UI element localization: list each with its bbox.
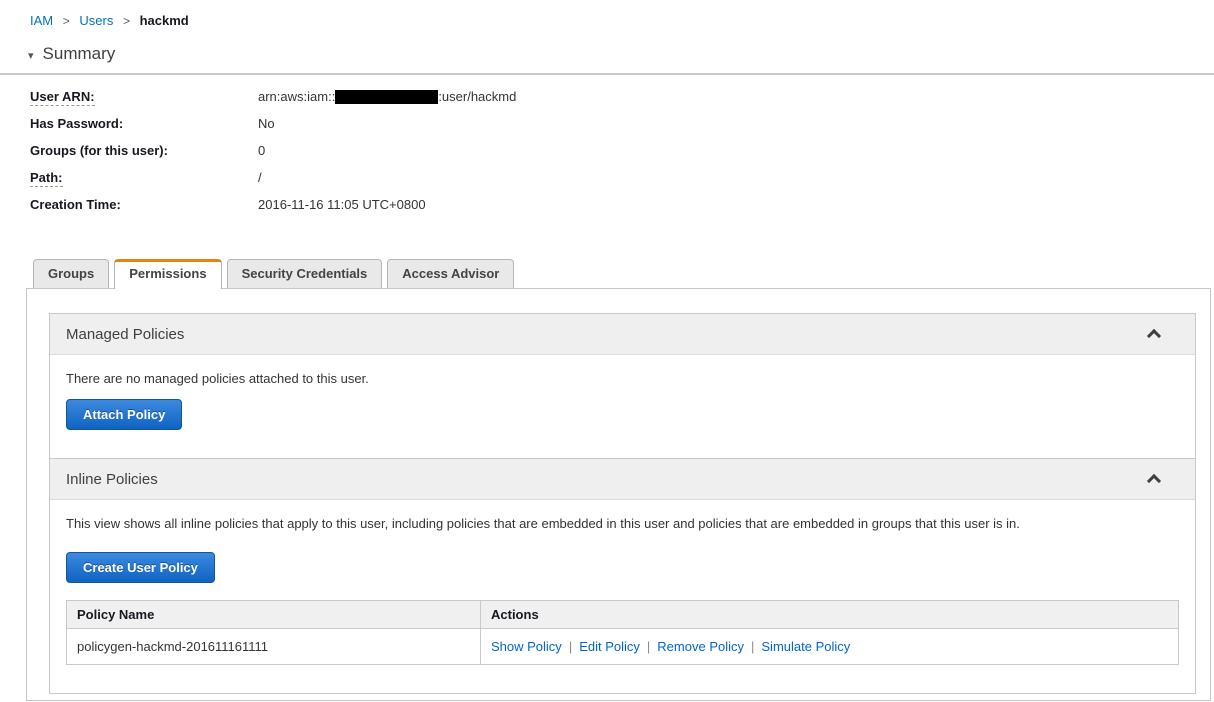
inline-policies-table: Policy Name Actions policygen-hackmd-201… bbox=[66, 600, 1179, 665]
summary-title: Summary bbox=[42, 44, 116, 63]
field-row-user-arn: User ARN: arn:aws:iam:::user/hackmd bbox=[30, 89, 1214, 106]
action-separator: | bbox=[751, 639, 755, 654]
managed-policies-empty-message: There are no managed policies attached t… bbox=[66, 371, 369, 386]
has-password-label: Has Password: bbox=[30, 116, 124, 131]
action-separator: | bbox=[568, 639, 573, 654]
attach-policy-button[interactable]: Attach Policy bbox=[66, 399, 183, 430]
path-label: Path: bbox=[30, 170, 63, 187]
chevron-up-icon[interactable] bbox=[1146, 328, 1162, 344]
policy-actions-cell: Show Policy | Edit Policy | Remove Policy | Si… bbox=[480, 628, 1179, 665]
column-header-policy-name: Policy Name bbox=[66, 600, 481, 629]
policies-accordion: Managed Policies There are no managed po… bbox=[49, 313, 1196, 694]
user-arn-suffix: :user/hackmd bbox=[438, 89, 517, 104]
edit-policy-link[interactable]: Edit Policy bbox=[579, 639, 640, 654]
groups-value: 0 bbox=[258, 143, 266, 158]
user-arn-value: arn:aws:iam:::user/hackmd bbox=[258, 89, 516, 104]
create-user-policy-button[interactable]: Create User Policy bbox=[66, 552, 215, 583]
table-header-row: Policy Name Actions bbox=[66, 600, 1179, 629]
managed-policies-title: Managed Policies bbox=[66, 326, 185, 343]
breadcrumb-separator: > bbox=[122, 14, 130, 28]
has-password-value: No bbox=[258, 116, 275, 131]
simulate-policy-link[interactable]: Simulate Policy bbox=[761, 639, 850, 654]
tab-groups[interactable]: Groups bbox=[33, 259, 110, 288]
path-value: / bbox=[258, 170, 262, 185]
field-row-groups: Groups (for this user): 0 bbox=[30, 143, 1214, 158]
inline-policies-header[interactable]: Inline Policies bbox=[50, 458, 1195, 500]
inline-policies-title: Inline Policies bbox=[66, 471, 158, 488]
show-policy-link[interactable]: Show Policy bbox=[491, 639, 562, 654]
breadcrumb-separator: > bbox=[62, 14, 70, 28]
breadcrumb: IAM > Users > hackmd bbox=[0, 0, 1214, 28]
tab-security-credentials[interactable]: Security Credentials bbox=[226, 259, 383, 288]
redacted-account-id bbox=[335, 90, 439, 104]
tab-access-advisor[interactable]: Access Advisor bbox=[387, 259, 515, 288]
summary-fields: User ARN: arn:aws:iam:::user/hackmd Has … bbox=[30, 89, 1214, 212]
breadcrumb-link-users[interactable]: Users bbox=[79, 13, 113, 28]
groups-label: Groups (for this user): bbox=[30, 143, 168, 158]
summary-toggle[interactable]: ▾ Summary bbox=[28, 44, 115, 64]
field-row-path: Path: / bbox=[30, 170, 1214, 187]
field-row-creation-time: Creation Time: 2016-11-16 11:05 UTC+0800 bbox=[30, 197, 1214, 212]
column-header-actions: Actions bbox=[480, 600, 1179, 629]
action-separator: | bbox=[646, 639, 651, 654]
summary-section-header: ▾ Summary bbox=[0, 44, 1214, 75]
creation-time-label: Creation Time: bbox=[30, 197, 121, 212]
breadcrumb-current-user: hackmd bbox=[139, 13, 189, 28]
creation-time-value: 2016-11-16 11:05 UTC+0800 bbox=[258, 197, 426, 212]
tab-permissions[interactable]: Permissions bbox=[114, 259, 222, 289]
breadcrumb-link-iam[interactable]: IAM bbox=[30, 13, 53, 28]
field-row-has-password: Has Password: No bbox=[30, 116, 1214, 131]
remove-policy-link[interactable]: Remove Policy bbox=[657, 639, 744, 654]
table-row: policygen-hackmd-201611161111 Show Polic… bbox=[66, 628, 1179, 665]
managed-policies-header[interactable]: Managed Policies bbox=[50, 314, 1195, 355]
managed-policies-body: There are no managed policies attached t… bbox=[50, 355, 1195, 458]
user-arn-prefix: arn:aws:iam:: bbox=[258, 89, 336, 104]
user-arn-label: User ARN: bbox=[30, 89, 95, 106]
inline-policies-description: This view shows all inline policies that… bbox=[66, 516, 1020, 531]
permissions-tab-panel: Managed Policies There are no managed po… bbox=[26, 288, 1211, 701]
inline-policies-body: This view shows all inline policies that… bbox=[50, 500, 1195, 693]
chevron-down-icon: ▾ bbox=[28, 49, 34, 62]
policy-name-cell: policygen-hackmd-201611161111 bbox=[66, 628, 481, 665]
chevron-up-icon[interactable] bbox=[1146, 473, 1162, 489]
tab-bar: Groups Permissions Security Credentials … bbox=[33, 259, 1214, 289]
